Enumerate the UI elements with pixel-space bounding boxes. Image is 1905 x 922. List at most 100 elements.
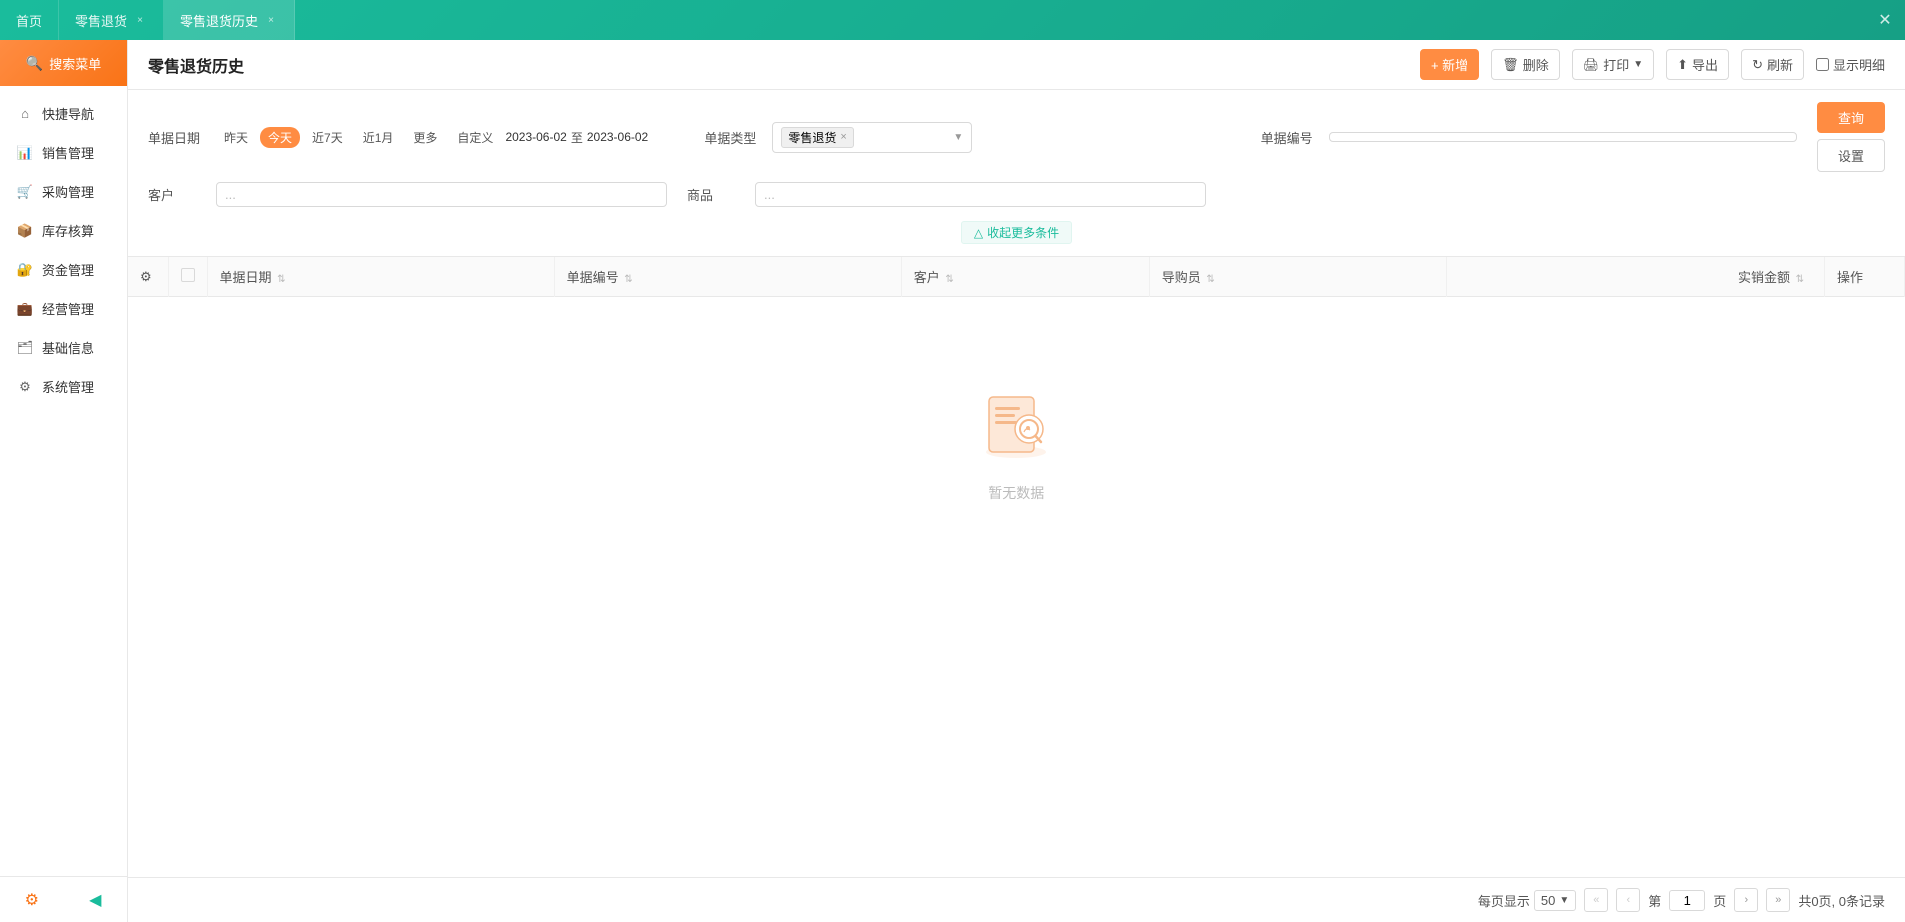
- filter-goods-item: 商品 ...: [687, 182, 1206, 207]
- page-next-button[interactable]: ›: [1734, 888, 1758, 912]
- page-input[interactable]: [1669, 890, 1705, 911]
- tab-return-close[interactable]: ×: [133, 13, 147, 27]
- filter-bar: 单据日期 昨天 今天 近7天 近1月 更多 自定义 2023-06-02 至 2…: [128, 90, 1905, 257]
- page-size-value: 50: [1541, 893, 1555, 908]
- box-icon: 📦: [16, 222, 34, 240]
- sidebar-footer: ⚙ ◀: [0, 876, 127, 922]
- filter-number-label: 单据编号: [1261, 128, 1321, 147]
- sidebar-item-inventory[interactable]: 📦 库存核算: [0, 211, 127, 250]
- sidebar-item-operation[interactable]: 💼 经营管理: [0, 289, 127, 328]
- display-toggle-checkbox[interactable]: [1816, 58, 1829, 71]
- filter-type-tag: 零售退货 ×: [781, 127, 853, 148]
- delete-label: 删除: [1523, 55, 1549, 74]
- collapse-button[interactable]: △ 收起更多条件: [961, 221, 1072, 244]
- sidebar-item-purchase-label: 采购管理: [42, 182, 94, 201]
- th-customer-label: 客户: [914, 270, 940, 285]
- briefcase-icon: 💼: [16, 300, 34, 318]
- page-last-button[interactable]: »: [1766, 888, 1790, 912]
- tab-history[interactable]: 零售退货历史 ×: [164, 0, 295, 40]
- filter-type-tag-text: 零售退货: [788, 129, 836, 146]
- table-container: ⚙ 单据日期 ⇅ 单据编号 ⇅: [128, 257, 1905, 877]
- filter-customer-input[interactable]: ...: [216, 182, 667, 207]
- sidebar-item-basic[interactable]: 🗂 基础信息: [0, 328, 127, 367]
- chevron-down-icon: ▼: [953, 132, 963, 143]
- th-number-label: 单据编号: [567, 270, 619, 285]
- page-size-box[interactable]: 50 ▼: [1534, 890, 1576, 911]
- sidebar-item-sales[interactable]: 📊 销售管理: [0, 133, 127, 172]
- th-action: 操作: [1825, 257, 1905, 297]
- print-icon: 🖨: [1583, 57, 1600, 73]
- collapse-label: 收起更多条件: [987, 224, 1059, 241]
- filter-goods-input[interactable]: ...: [755, 182, 1206, 207]
- refresh-label: 刷新: [1767, 55, 1793, 74]
- date-7days[interactable]: 近7天: [304, 127, 351, 148]
- sidebar-item-system[interactable]: ⚙ 系统管理: [0, 367, 127, 406]
- new-label: + 新增: [1431, 55, 1468, 74]
- tab-history-label: 零售退货历史: [180, 11, 258, 30]
- sidebar-item-home-label: 快捷导航: [42, 104, 94, 123]
- display-label: 显示明细: [1833, 55, 1885, 74]
- tab-return[interactable]: 零售退货 ×: [59, 0, 164, 40]
- filter-type-item: 单据类型 零售退货 × ▼: [704, 122, 1240, 153]
- column-settings-icon[interactable]: ⚙: [140, 269, 152, 284]
- sidebar-item-finance[interactable]: 🔐 资金管理: [0, 250, 127, 289]
- th-number[interactable]: 单据编号 ⇅: [554, 257, 901, 297]
- select-all-checkbox[interactable]: [181, 268, 195, 282]
- page-size-label: 每页显示: [1478, 891, 1530, 910]
- print-dropdown-icon: ▼: [1633, 59, 1643, 70]
- sidebar-collapse-button[interactable]: ◀: [77, 882, 113, 918]
- filter-settings-button[interactable]: 设置: [1817, 139, 1885, 172]
- tab-list: 首页 零售退货 × 零售退货历史 ×: [0, 0, 1865, 40]
- th-checkbox: [168, 257, 207, 297]
- date-more[interactable]: 更多: [405, 127, 445, 148]
- date-range: 2023-06-02 至 2023-06-02: [505, 129, 648, 146]
- sidebar-item-basic-label: 基础信息: [42, 338, 94, 357]
- sidebar-search[interactable]: 🔍 搜索菜单: [0, 40, 127, 86]
- delete-button[interactable]: 🗑 删除: [1491, 49, 1560, 80]
- window-close-button[interactable]: ✕: [1865, 0, 1905, 40]
- date-yesterday[interactable]: 昨天: [216, 127, 256, 148]
- page-unit: 页: [1713, 891, 1726, 910]
- th-amount[interactable]: 实销金额 ⇅: [1447, 257, 1825, 297]
- print-button[interactable]: 🖨 打印 ▼: [1572, 49, 1654, 80]
- filter-type-select[interactable]: 零售退货 × ▼: [772, 122, 972, 153]
- date-today[interactable]: 今天: [260, 127, 300, 148]
- refresh-button[interactable]: ↻ 刷新: [1741, 49, 1804, 80]
- page-header: 零售退货历史 + 新增 🗑 删除 🖨 打印 ▼ ⬆ 导出: [128, 40, 1905, 90]
- sort-customer-icon: ⇅: [945, 274, 953, 285]
- sort-guide-icon: ⇅: [1206, 274, 1214, 285]
- th-settings[interactable]: ⚙: [128, 257, 168, 297]
- filter-date-label: 单据日期: [148, 128, 208, 147]
- date-1month[interactable]: 近1月: [355, 127, 402, 148]
- search-icon: 🔍: [26, 55, 43, 72]
- date-from: 2023-06-02: [505, 130, 566, 144]
- new-button[interactable]: + 新增: [1420, 49, 1479, 80]
- query-button[interactable]: 查询: [1817, 102, 1885, 133]
- th-customer[interactable]: 客户 ⇅: [901, 257, 1149, 297]
- sidebar-item-sales-label: 销售管理: [42, 143, 94, 162]
- sidebar-item-home[interactable]: ⌂ 快捷导航: [0, 94, 127, 133]
- export-button[interactable]: ⬆ 导出: [1666, 49, 1729, 80]
- sidebar-item-purchase[interactable]: 🛒 采购管理: [0, 172, 127, 211]
- page-prev-button[interactable]: ‹: [1616, 888, 1640, 912]
- tab-home[interactable]: 首页: [0, 0, 59, 40]
- page-first-button[interactable]: «: [1584, 888, 1608, 912]
- sidebar-settings-button[interactable]: ⚙: [14, 882, 50, 918]
- chart-icon: 📊: [16, 144, 34, 162]
- display-toggle[interactable]: 显示明细: [1816, 55, 1885, 74]
- filter-number-input[interactable]: [1329, 132, 1797, 142]
- th-date[interactable]: 单据日期 ⇅: [207, 257, 554, 297]
- content-area: 零售退货历史 + 新增 🗑 删除 🖨 打印 ▼ ⬆ 导出: [128, 40, 1905, 922]
- th-guide[interactable]: 导购员 ⇅: [1149, 257, 1447, 297]
- collapse-icon: ◀: [89, 890, 101, 910]
- filter-customer-item: 客户 ...: [148, 182, 667, 207]
- sidebar-item-system-label: 系统管理: [42, 377, 94, 396]
- sort-number-icon: ⇅: [624, 274, 632, 285]
- date-custom[interactable]: 自定义: [449, 127, 501, 148]
- filter-date-group: 昨天 今天 近7天 近1月 更多 自定义 2023-06-02 至 2023-0…: [216, 127, 684, 148]
- pagination: 每页显示 50 ▼ « ‹ 第 页 › » 共0页, 0条记录: [128, 877, 1905, 922]
- cart-icon: 🛒: [16, 183, 34, 201]
- filter-customer-label: 客户: [148, 185, 208, 204]
- filter-type-tag-close[interactable]: ×: [840, 131, 846, 143]
- tab-history-close[interactable]: ×: [264, 13, 278, 27]
